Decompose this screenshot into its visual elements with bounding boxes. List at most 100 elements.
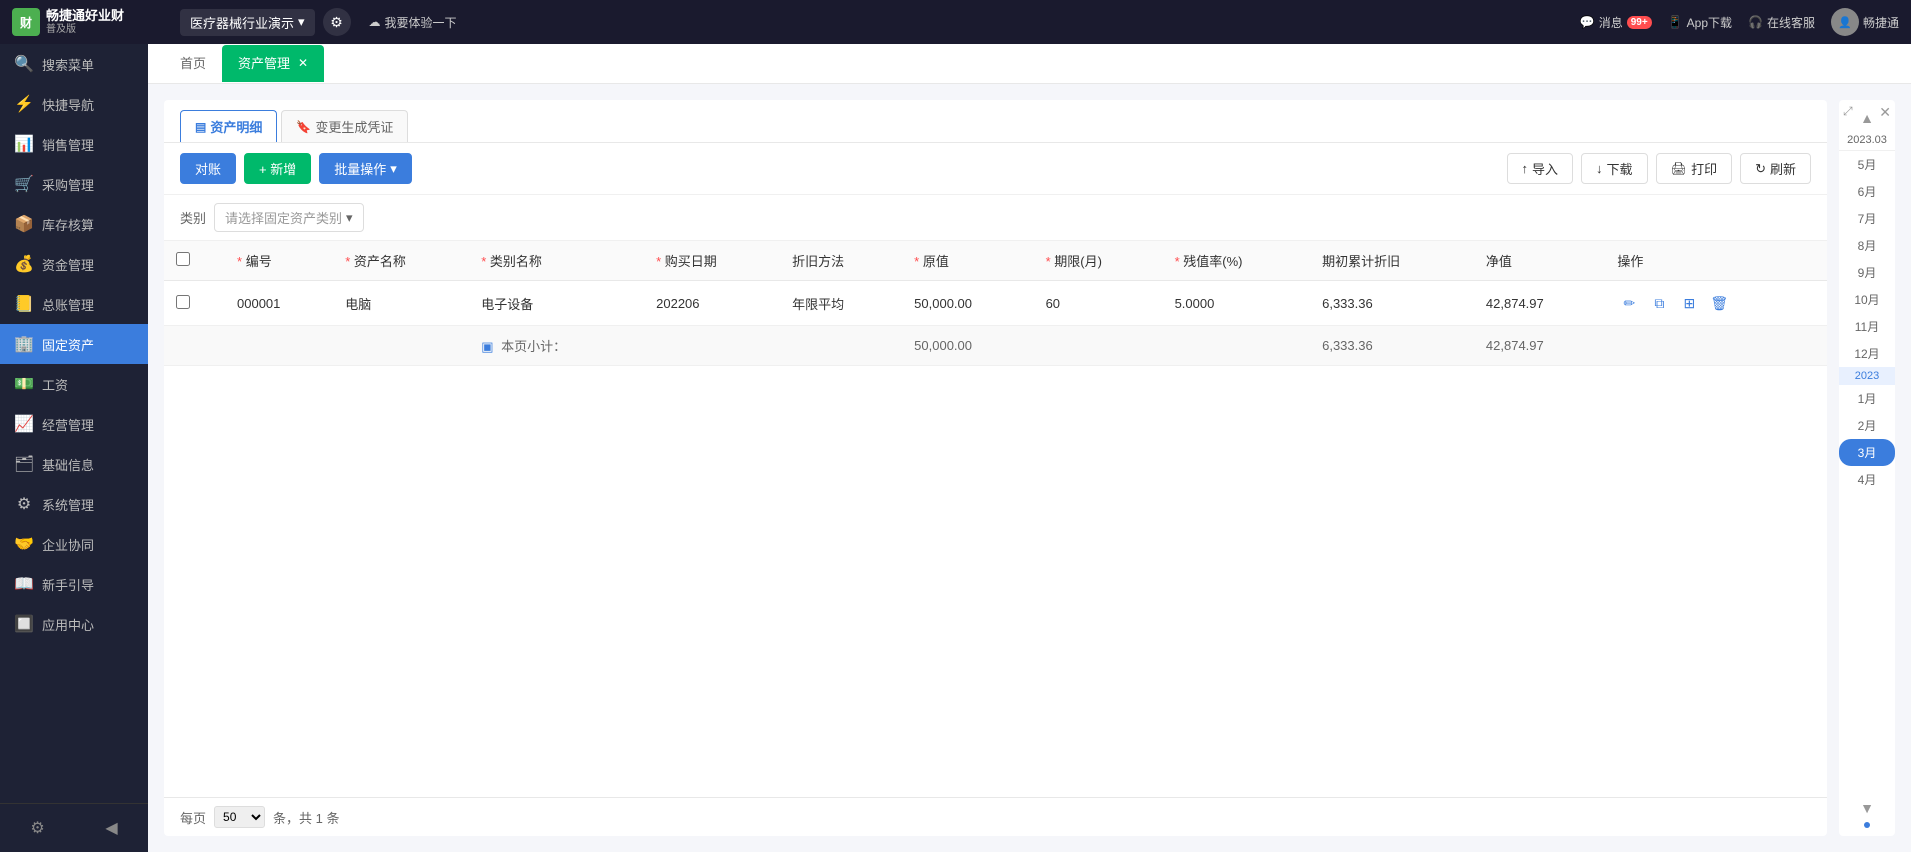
- logo-icon: 财: [12, 8, 40, 36]
- timeline-month-1[interactable]: 1月: [1839, 385, 1895, 412]
- category-filter-value: 请选择固定资产类别: [225, 208, 342, 227]
- th-depreciation-method: 折旧方法: [780, 241, 902, 281]
- sidebar-item-fixed-assets[interactable]: 🏢 固定资产: [0, 324, 148, 364]
- sidebar-item-guide[interactable]: 📖 新手引导: [0, 564, 148, 604]
- td-checkbox: [164, 281, 225, 326]
- timeline-month-5[interactable]: 5月: [1839, 151, 1895, 178]
- select-all-checkbox[interactable]: [176, 252, 190, 266]
- experience-button[interactable]: ☁ 我要体验一下: [369, 14, 457, 31]
- search-icon: 🔍: [14, 54, 34, 74]
- new-button[interactable]: + 新增: [244, 153, 311, 184]
- timeline-up-icon[interactable]: ▲: [1856, 106, 1878, 130]
- sidebar-item-app-center[interactable]: 🔲 应用中心: [0, 604, 148, 644]
- sidebar-label-app-center: 应用中心: [42, 615, 94, 634]
- sidebar-label-capital: 资金管理: [42, 255, 94, 274]
- copy-row-button[interactable]: ⧉: [1647, 291, 1671, 315]
- batch-ops-button[interactable]: 批量操作 ▾: [319, 153, 412, 184]
- pagination-bar: 每页 50 100 200 条，共 1 条: [164, 797, 1827, 836]
- sidebar-item-capital[interactable]: 💰 资金管理: [0, 244, 148, 284]
- th-purchase-date: 购买日期: [644, 241, 780, 281]
- sidebar-item-business[interactable]: 📈 经营管理: [0, 404, 148, 444]
- settings-bottom-icon[interactable]: ⚙: [24, 812, 50, 844]
- download-button[interactable]: ↓ 下载: [1581, 153, 1648, 184]
- sidebar-item-basic-info[interactable]: 🗂 基础信息: [0, 444, 148, 484]
- sub-tab-change-voucher[interactable]: 🔖 变更生成凭证: [281, 110, 408, 142]
- sidebar-label-basic-info: 基础信息: [42, 455, 94, 474]
- sub-tab-bar: ▤ 资产明细 🔖 变更生成凭证: [164, 100, 1827, 143]
- timeline-month-9[interactable]: 9月: [1839, 259, 1895, 286]
- import-button[interactable]: ↑ 导入: [1507, 153, 1574, 184]
- sidebar-item-enterprise[interactable]: 🤝 企业协同: [0, 524, 148, 564]
- th-checkbox: [164, 241, 225, 281]
- sidebar-item-purchase[interactable]: 🛒 采购管理: [0, 164, 148, 204]
- delete-row-button[interactable]: 🗑: [1707, 291, 1731, 315]
- content-area: 首页 资产管理 ✕ ▤ 资产明细 🔖 变更生成凭证: [148, 44, 1911, 852]
- refresh-button[interactable]: ↻ 刷新: [1740, 153, 1811, 184]
- sidebar-item-system[interactable]: ⚙ 系统管理: [0, 484, 148, 524]
- logo: 财 畅捷通好业财 普及版: [12, 8, 160, 36]
- company-name: 医疗器械行业演示: [190, 13, 294, 32]
- td-purchase-date: 202206: [644, 281, 780, 326]
- timeline-year-2023: 2023: [1839, 367, 1895, 385]
- total-count: 条，共 1 条: [273, 808, 339, 827]
- batch-chevron-icon: ▾: [390, 161, 397, 177]
- sidebar-label-fixed-assets: 固定资产: [42, 335, 94, 354]
- payroll-icon: 💵: [14, 374, 34, 394]
- sub-tab-detail-label: 资产明细: [210, 117, 262, 136]
- sidebar-item-ledger[interactable]: 📒 总账管理: [0, 284, 148, 324]
- timeline-month-7[interactable]: 7月: [1839, 205, 1895, 232]
- category-filter-select[interactable]: 请选择固定资产类别 ▾: [214, 203, 364, 232]
- reconcile-button[interactable]: 对账: [180, 153, 236, 184]
- timeline-expand-icon[interactable]: ⤢: [1843, 104, 1853, 119]
- fixed-assets-icon: 🏢: [14, 334, 34, 354]
- timeline-close-icon[interactable]: ✕: [1879, 104, 1891, 121]
- sidebar-item-search[interactable]: 🔍 搜索菜单: [0, 44, 148, 84]
- tab-asset-mgmt[interactable]: 资产管理 ✕: [222, 45, 324, 82]
- th-code: 编号: [225, 241, 333, 281]
- timeline-month-2[interactable]: 2月: [1839, 412, 1895, 439]
- td-depreciation-method: 年限平均: [780, 281, 902, 326]
- company-selector[interactable]: 医疗器械行业演示 ▾: [180, 9, 315, 36]
- avatar-icon: 👤: [1831, 8, 1859, 36]
- timeline-month-12[interactable]: 12月: [1839, 340, 1895, 367]
- timeline-down-icon[interactable]: ▼: [1856, 796, 1878, 820]
- tab-home[interactable]: 首页: [164, 45, 222, 82]
- sidebar-item-payroll[interactable]: 💵 工资: [0, 364, 148, 404]
- message-button[interactable]: 💬 消息 99+: [1580, 14, 1652, 31]
- per-page-select[interactable]: 50 100 200: [214, 806, 265, 828]
- sidebar-item-sales[interactable]: 📊 销售管理: [0, 124, 148, 164]
- th-accumulated-depreciation: 期初累计折旧: [1310, 241, 1474, 281]
- td-actions: ✏ ⧉ ⊞ 🗑: [1605, 281, 1827, 326]
- settings-icon[interactable]: ⚙: [323, 8, 351, 36]
- timeline-month-4[interactable]: 4月: [1839, 466, 1895, 493]
- quick-nav-icon: ⚡: [14, 94, 34, 114]
- row-checkbox[interactable]: [176, 295, 190, 309]
- chevron-down-icon: ▾: [298, 14, 305, 30]
- timeline-month-10[interactable]: 10月: [1839, 286, 1895, 313]
- system-icon: ⚙: [14, 494, 34, 514]
- timeline-month-3-active[interactable]: 3月: [1839, 439, 1895, 466]
- print-button[interactable]: 🖨 打印: [1656, 153, 1733, 184]
- online-service-button[interactable]: 🎧 在线客服: [1748, 14, 1815, 31]
- user-avatar[interactable]: 👤 畅捷通: [1831, 8, 1899, 36]
- sidebar-item-inventory[interactable]: 📦 库存核算: [0, 204, 148, 244]
- td-residual-rate: 5.0000: [1163, 281, 1311, 326]
- timeline-month-11[interactable]: 11月: [1839, 313, 1895, 340]
- more-row-button[interactable]: ⊞: [1677, 291, 1701, 315]
- timeline-month-6[interactable]: 6月: [1839, 178, 1895, 205]
- collapse-sidebar-icon[interactable]: ◀: [99, 812, 123, 844]
- sub-tab-voucher-label: 变更生成凭证: [315, 117, 393, 136]
- app-download-button[interactable]: 📱 App下载: [1668, 14, 1732, 31]
- sidebar-item-quick-nav[interactable]: ⚡ 快捷导航: [0, 84, 148, 124]
- subtotal-row: ▣ 本页小计： 50,000.00 6,333.36 42,874.97: [164, 326, 1827, 366]
- capital-icon: 💰: [14, 254, 34, 274]
- timeline-month-8[interactable]: 8月: [1839, 232, 1895, 259]
- th-period: 期限(月): [1034, 241, 1163, 281]
- logo-sub: 普及版: [46, 24, 124, 36]
- sidebar: 🔍 搜索菜单 ⚡ 快捷导航 📊 销售管理 🛒 采购管理 📦 库存核算 💰: [0, 44, 148, 852]
- tab-close-icon[interactable]: ✕: [298, 56, 308, 70]
- subtotal-original-value: 50,000.00: [902, 326, 1033, 366]
- edit-row-button[interactable]: ✏: [1617, 291, 1641, 315]
- td-period: 60: [1034, 281, 1163, 326]
- sub-tab-asset-detail[interactable]: ▤ 资产明细: [180, 110, 277, 142]
